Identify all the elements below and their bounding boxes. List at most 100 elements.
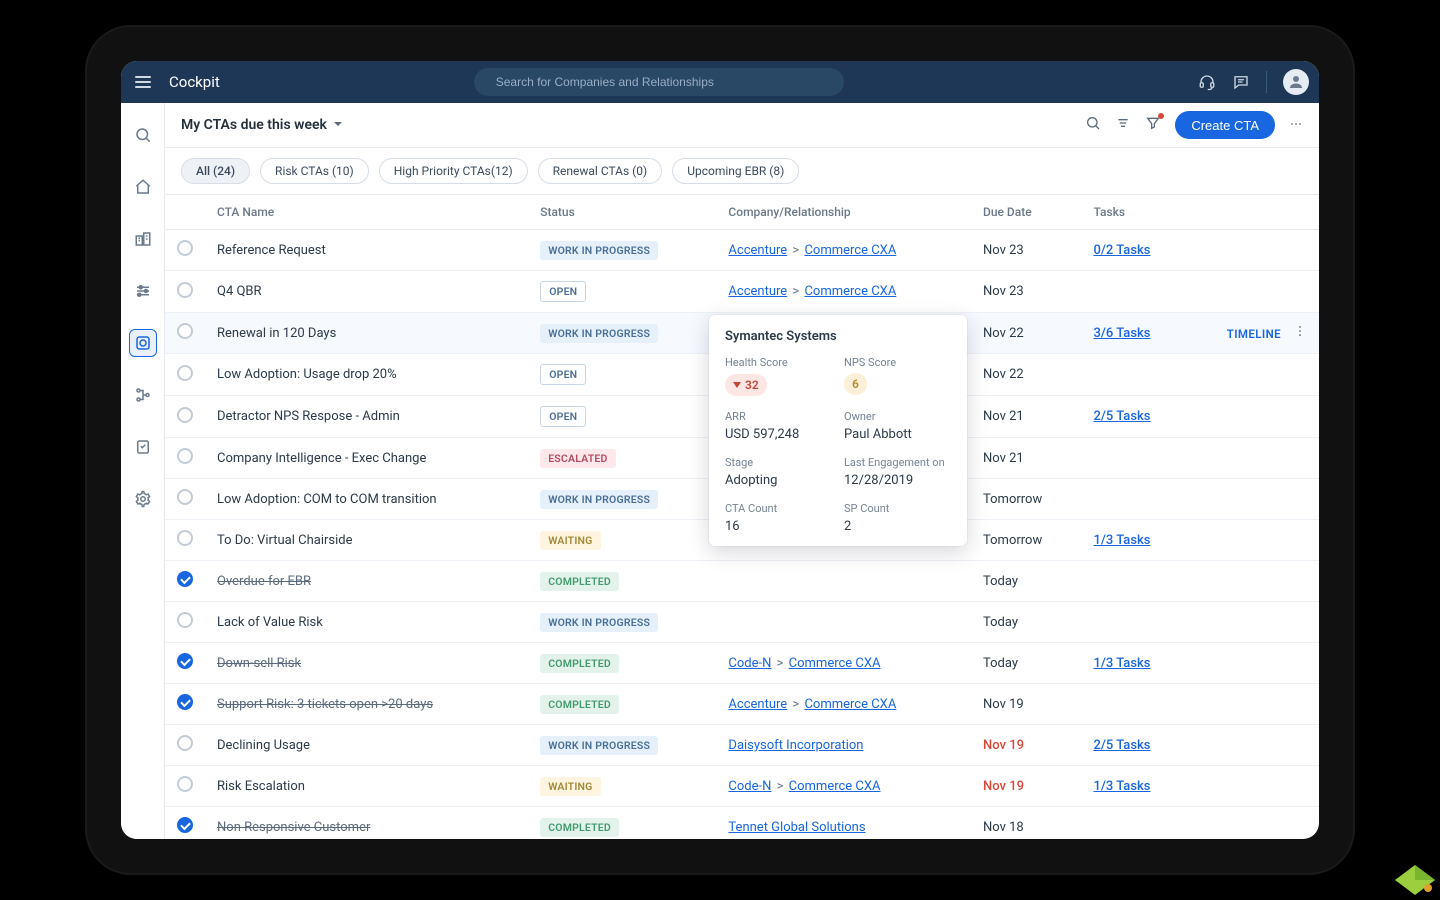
row-complete-toggle[interactable] — [177, 489, 193, 505]
toolbar-more-icon[interactable] — [1289, 116, 1303, 135]
cta-name: Support Risk: 3 tickets open >20 days — [217, 697, 433, 712]
due-date: Nov 18 — [983, 820, 1024, 835]
due-date: Nov 22 — [983, 367, 1024, 382]
company-link[interactable]: Accenture — [728, 243, 787, 258]
company-link[interactable]: Tennet Global Solutions — [728, 820, 865, 835]
nav-cockpit-icon[interactable] — [129, 329, 157, 357]
row-complete-toggle[interactable] — [177, 282, 193, 298]
row-complete-toggle[interactable] — [177, 653, 193, 669]
table-row[interactable]: Non Responsive CustomerCOMPLETEDTennet G… — [165, 807, 1319, 839]
cta-name: Renewal in 120 Days — [217, 326, 336, 341]
nav-checklist-icon[interactable] — [129, 433, 157, 461]
sort-icon[interactable] — [1115, 115, 1131, 135]
app-screen: Cockpit — [121, 61, 1319, 839]
filter-chips-row: All (24) Risk CTAs (10) High Priority CTAs… — [165, 148, 1319, 195]
sp-count-label: SP Count — [844, 502, 951, 515]
row-complete-toggle[interactable] — [177, 365, 193, 381]
table-row[interactable]: Overdue for EBRCOMPLETEDToday — [165, 561, 1319, 602]
tasks-link[interactable]: 0/2 Tasks — [1093, 243, 1150, 258]
row-complete-toggle[interactable] — [177, 323, 193, 339]
chat-icon[interactable] — [1232, 73, 1250, 91]
company-link[interactable]: Commerce CXA — [804, 697, 896, 712]
nav-search-icon[interactable] — [129, 121, 157, 149]
col-due[interactable]: Due Date — [971, 195, 1081, 230]
tasks-link[interactable]: 2/5 Tasks — [1093, 409, 1150, 424]
due-date: Nov 21 — [983, 409, 1024, 424]
table-row[interactable]: Reference Request WORK IN PROGRESS Accentu… — [165, 230, 1319, 271]
global-search[interactable] — [474, 68, 844, 96]
row-complete-toggle[interactable] — [177, 571, 193, 587]
nav-settings-icon[interactable] — [129, 485, 157, 513]
col-company[interactable]: Company/Relationship — [716, 195, 971, 230]
col-status[interactable]: Status — [528, 195, 716, 230]
create-cta-button[interactable]: Create CTA — [1175, 111, 1275, 139]
status-badge: WORK IN PROGRESS — [540, 241, 658, 260]
row-complete-toggle[interactable] — [177, 735, 193, 751]
col-tasks[interactable]: Tasks — [1081, 195, 1189, 230]
due-date: Nov 21 — [983, 451, 1024, 466]
company-cell — [716, 602, 971, 643]
filter-chip[interactable]: Risk CTAs (10) — [260, 158, 369, 184]
company-link[interactable]: Commerce CXA — [804, 243, 896, 258]
row-complete-toggle[interactable] — [177, 240, 193, 256]
table-row[interactable]: Down-sell RiskCOMPLETEDCode-N > Commerce… — [165, 643, 1319, 684]
due-date: Nov 23 — [983, 284, 1024, 299]
due-date: Nov 22 — [983, 326, 1024, 341]
due-date: Nov 23 — [983, 243, 1024, 258]
status-badge: ESCALATED — [540, 449, 615, 468]
table-row[interactable]: Q4 QBROPENAccenture > Commerce CXANov 23 — [165, 271, 1319, 313]
company-link[interactable]: Daisysoft Incorporation — [728, 738, 863, 753]
company-cell: Daisysoft Incorporation — [716, 725, 971, 766]
tasks-link[interactable]: 1/3 Tasks — [1093, 533, 1150, 548]
company-link[interactable]: Accenture — [728, 697, 787, 712]
table-row[interactable]: Lack of Value RiskWORK IN PROGRESSToday — [165, 602, 1319, 643]
global-search-input[interactable] — [494, 74, 832, 90]
nav-home-icon[interactable] — [129, 173, 157, 201]
table-row[interactable]: Risk EscalationWAITINGCode-N > Commerce … — [165, 766, 1319, 807]
company-cell: Accenture > Commerce CXA — [716, 684, 971, 725]
nav-org-icon[interactable] — [129, 381, 157, 409]
filter-chip[interactable]: Upcoming EBR (8) — [672, 158, 799, 184]
due-date: Nov 19 — [983, 697, 1024, 712]
due-date: Today — [983, 656, 1018, 671]
company-link[interactable]: Commerce CXA — [789, 779, 881, 794]
filter-chip[interactable]: All (24) — [181, 158, 250, 184]
col-name[interactable]: CTA Name — [205, 195, 528, 230]
nav-sliders-icon[interactable] — [129, 277, 157, 305]
row-complete-toggle[interactable] — [177, 612, 193, 628]
company-link[interactable]: Code-N — [728, 656, 771, 671]
tasks-link[interactable]: 2/5 Tasks — [1093, 738, 1150, 753]
filter-icon[interactable] — [1145, 115, 1161, 135]
cta-name: Reference Request — [217, 243, 326, 258]
tasks-link[interactable]: 1/3 Tasks — [1093, 656, 1150, 671]
row-complete-toggle[interactable] — [177, 694, 193, 710]
view-dropdown[interactable]: My CTAs due this week — [181, 117, 343, 133]
due-date: Today — [983, 574, 1018, 589]
tasks-link[interactable]: 1/3 Tasks — [1093, 779, 1150, 794]
filter-chip[interactable]: High Priority CTAs(12) — [379, 158, 528, 184]
user-avatar[interactable] — [1283, 69, 1309, 95]
timeline-link[interactable]: TIMELINE — [1227, 327, 1281, 341]
row-complete-toggle[interactable] — [177, 776, 193, 792]
due-date: Tomorrow — [983, 533, 1042, 548]
table-row[interactable]: Support Risk: 3 tickets open >20 daysCOM… — [165, 684, 1319, 725]
company-link[interactable]: Commerce CXA — [789, 656, 881, 671]
row-more-icon[interactable] — [1293, 327, 1307, 342]
toolbar-search-icon[interactable] — [1085, 115, 1101, 135]
tasks-link[interactable]: 3/6 Tasks — [1093, 326, 1150, 341]
row-complete-toggle[interactable] — [177, 407, 193, 423]
nps-score-pill: 6 — [844, 373, 867, 395]
menu-icon[interactable] — [131, 72, 155, 92]
row-complete-toggle[interactable] — [177, 817, 193, 833]
filter-chip[interactable]: Renewal CTAs (0) — [538, 158, 663, 184]
row-complete-toggle[interactable] — [177, 530, 193, 546]
company-link[interactable]: Accenture — [728, 284, 787, 299]
company-link[interactable]: Code-N — [728, 779, 771, 794]
row-complete-toggle[interactable] — [177, 448, 193, 464]
status-badge: WORK IN PROGRESS — [540, 736, 658, 755]
table-row[interactable]: Declining UsageWORK IN PROGRESSDaisysoft… — [165, 725, 1319, 766]
nav-buildings-icon[interactable] — [129, 225, 157, 253]
headset-icon[interactable] — [1198, 73, 1216, 91]
company-link[interactable]: Commerce CXA — [804, 284, 896, 299]
status-badge: WORK IN PROGRESS — [540, 613, 658, 632]
